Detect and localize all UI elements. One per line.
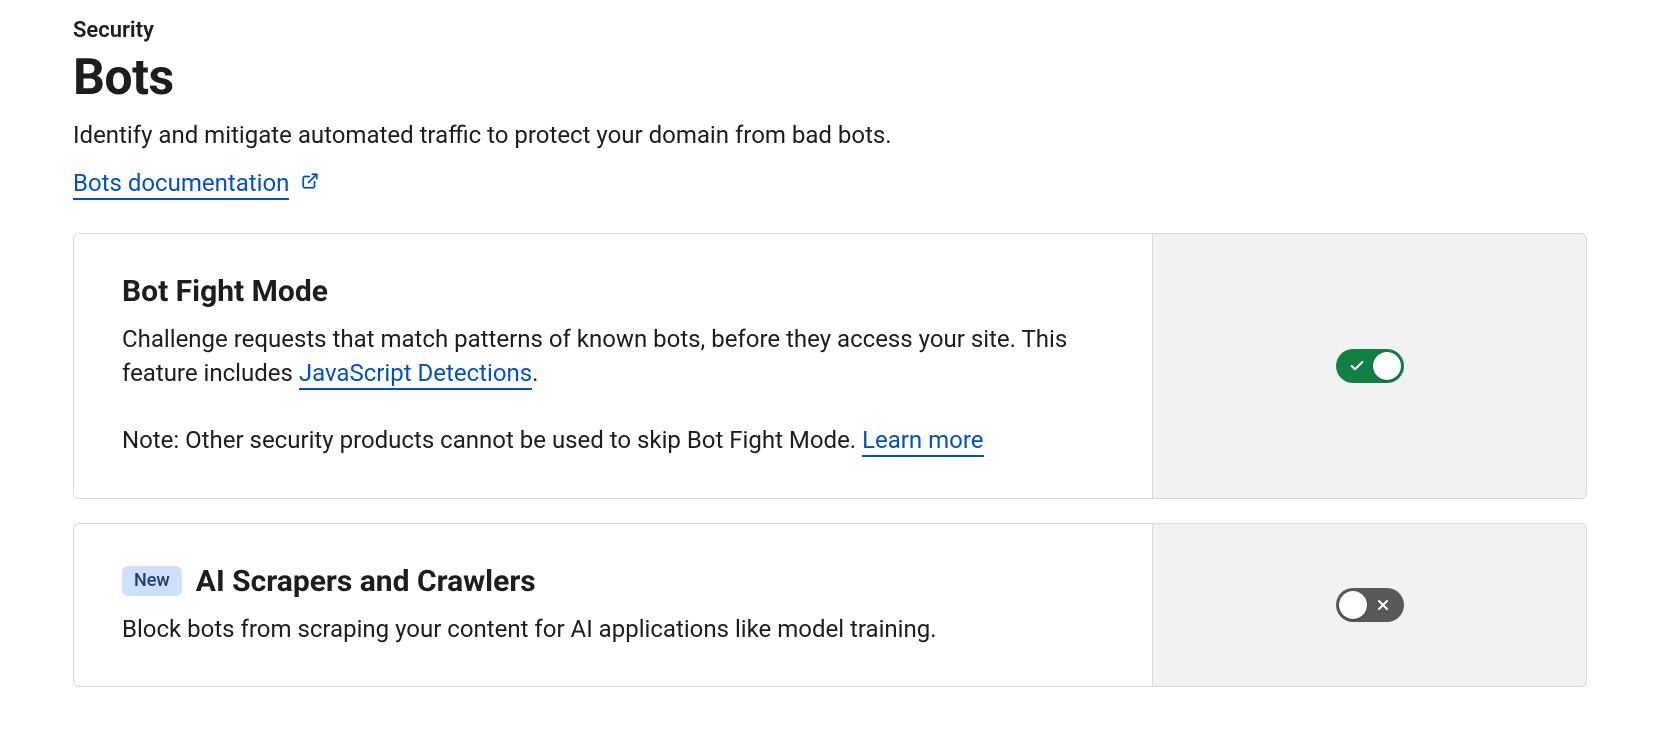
ai-scrapers-toggle[interactable] [1336,588,1404,622]
card-bot-fight-mode: Bot Fight Mode Challenge requests that m… [73,233,1587,499]
card-main: Bot Fight Mode Challenge requests that m… [74,234,1152,498]
doc-link-row: Bots documentation [73,169,1587,197]
toggle-knob [1373,352,1401,380]
breadcrumb: Security [73,18,1587,43]
check-icon [1348,357,1366,375]
card-ai-scrapers: New AI Scrapers and Crawlers Block bots … [73,523,1587,688]
card-description: Challenge requests that match patterns o… [122,323,1104,390]
card-title: Bot Fight Mode [122,274,328,309]
card-title-row: Bot Fight Mode [122,274,1104,309]
card-title: AI Scrapers and Crawlers [196,564,536,599]
card-note: Note: Other security products cannot be … [122,424,1104,458]
card-side [1152,524,1586,687]
page-subtitle: Identify and mitigate automated traffic … [73,121,1587,149]
note-text: : Other security products cannot be used… [173,426,862,454]
card-main: New AI Scrapers and Crawlers Block bots … [74,524,1152,687]
new-badge: New [122,566,182,596]
card-description: Block bots from scraping your content fo… [122,613,1104,647]
external-link-icon [301,172,319,194]
toggle-knob [1339,591,1367,619]
learn-more-link[interactable]: Learn more [862,426,983,457]
card-title-row: New AI Scrapers and Crawlers [122,564,1104,599]
card-side [1152,234,1586,498]
javascript-detections-link[interactable]: JavaScript Detections [299,359,532,390]
desc-text: Challenge requests that match patterns o… [122,325,1067,387]
desc-tail: . [532,359,538,387]
page-title: Bots [73,49,1587,107]
note-label: Note [122,426,173,454]
bots-documentation-link[interactable]: Bots documentation [73,169,289,200]
bot-fight-mode-toggle[interactable] [1336,349,1404,383]
x-icon [1374,596,1392,614]
